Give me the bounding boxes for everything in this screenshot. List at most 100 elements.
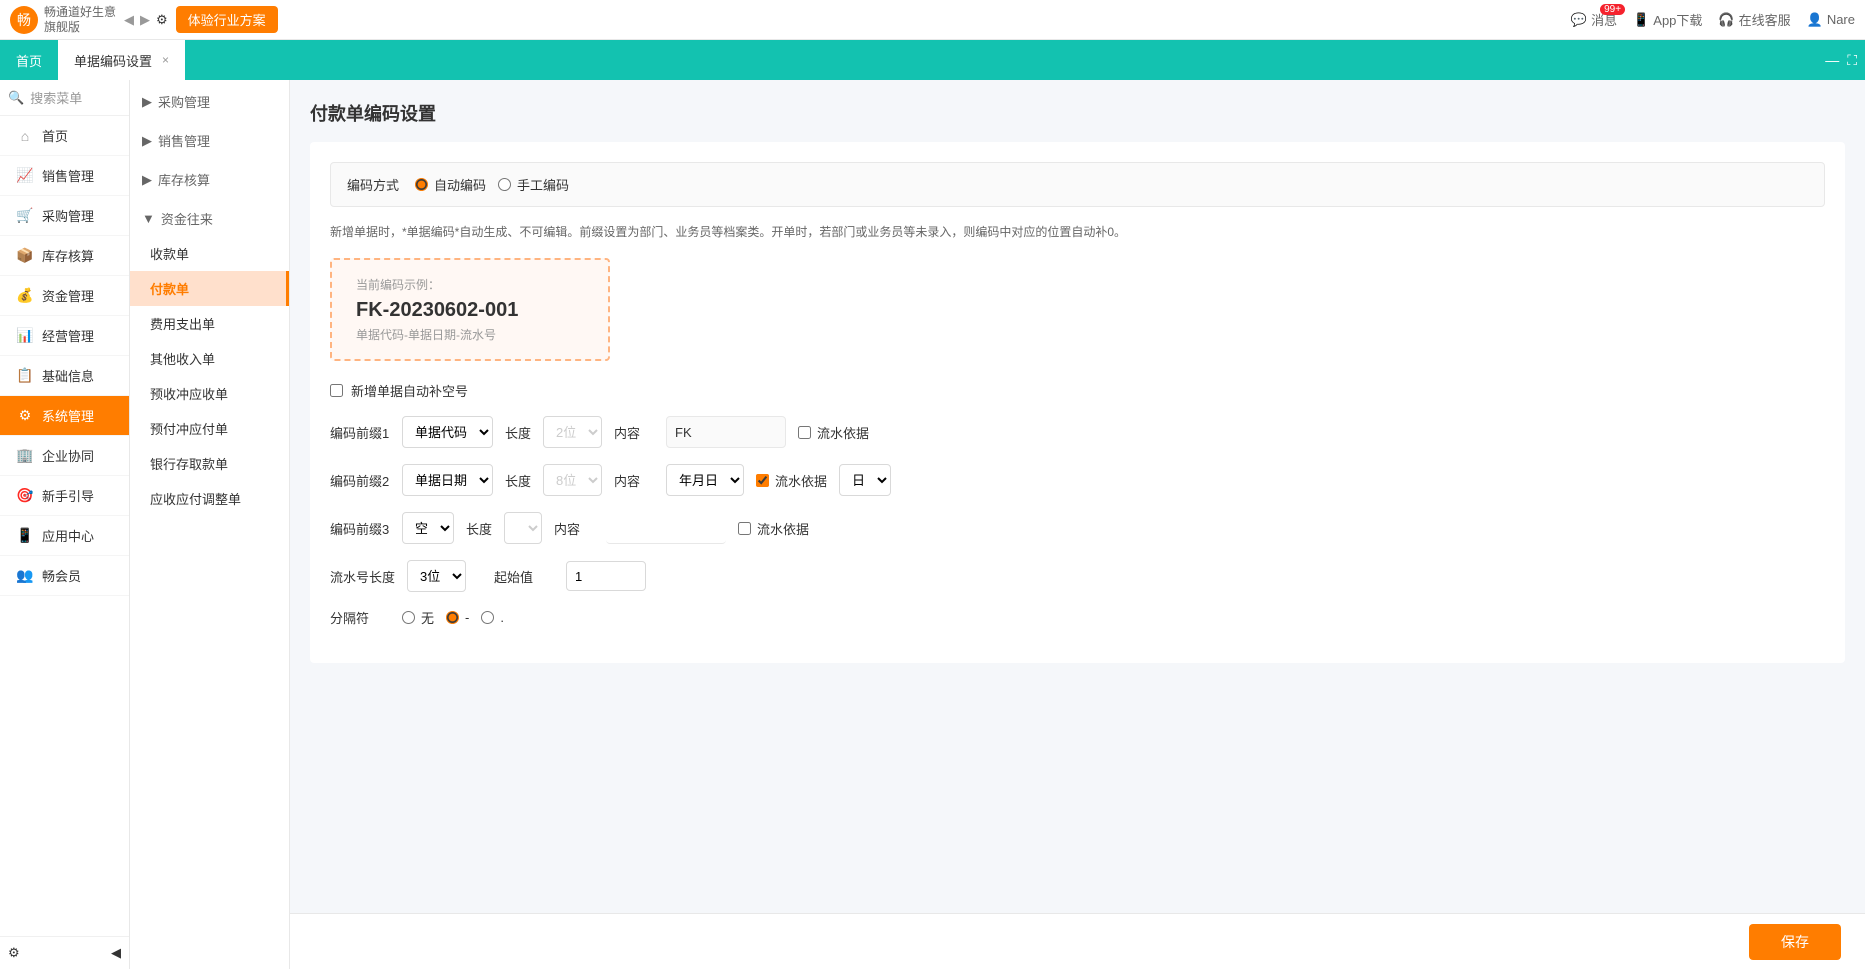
auto-encoding-option[interactable]: 自动编码 (415, 175, 486, 194)
arrow-right-icon3: ▶ (142, 172, 152, 188)
prefix1-label: 编码前缀1 (330, 423, 390, 442)
settings-card: 编码方式 自动编码 手工编码 新增单据时，*单据编码*自动生成、不可编辑。前缀设… (310, 142, 1845, 663)
sub-item-bank[interactable]: 银行存取款单 (130, 446, 289, 481)
settings-icon[interactable]: ⚙ (156, 12, 168, 28)
sidebar-item-member[interactable]: 👥 畅会员 (0, 556, 129, 596)
operations-icon: 📊 (16, 327, 34, 345)
top-bar-nav: ◀ ▶ ⚙ (124, 12, 168, 28)
sub-item-prepay-recv[interactable]: 预收冲应收单 (130, 376, 289, 411)
length1-select[interactable]: 2位 (543, 416, 602, 448)
sep-none-option[interactable]: 无 (402, 608, 434, 627)
corp-icon: 🏢 (16, 447, 34, 465)
home-icon: ⌂ (16, 127, 34, 145)
nav-next-icon[interactable]: ▶ (140, 12, 150, 28)
code-preview-value: FK-20230602-001 (356, 299, 584, 322)
prefix3-select[interactable]: 空 (402, 512, 454, 544)
auto-fill-row: 新增单据自动补空号 (330, 381, 1825, 400)
sidebar-item-finance[interactable]: 💰 资金管理 (0, 276, 129, 316)
sub-group-sales: ▶ 销售管理 (130, 123, 289, 158)
sidebar-collapse-icon[interactable]: ◀ (111, 945, 121, 961)
length2-label: 长度 (505, 471, 531, 490)
content-area: 付款单编码设置 编码方式 自动编码 手工编码 (290, 80, 1865, 913)
sidebar-item-operations[interactable]: 📊 经营管理 (0, 316, 129, 356)
sidebar-item-home[interactable]: ⌂ 首页 (0, 116, 129, 156)
sep-none-radio[interactable] (402, 611, 415, 624)
sub-item-expense[interactable]: 费用支出单 (130, 306, 289, 341)
search-icon: 🔍 (8, 90, 24, 106)
sidebar-item-basic[interactable]: 📋 基础信息 (0, 356, 129, 396)
length2-select[interactable]: 8位 (543, 464, 602, 496)
sidebar-item-inventory[interactable]: 📦 库存核算 (0, 236, 129, 276)
messages-button[interactable]: 💬 消息 99+ (1571, 10, 1617, 29)
tab-minimize-icon[interactable]: — (1825, 52, 1839, 68)
manual-encoding-option[interactable]: 手工编码 (498, 175, 569, 194)
sub-group-inventory-header[interactable]: ▶ 库存核算 (130, 162, 289, 197)
sub-item-adjust[interactable]: 应收应付调整单 (130, 481, 289, 516)
prefix3-label: 编码前缀3 (330, 519, 390, 538)
tab-expand-icon[interactable]: ⛶ (1847, 52, 1857, 69)
arrow-right-icon2: ▶ (142, 133, 152, 149)
sidebar-item-guide[interactable]: 🎯 新手引导 (0, 476, 129, 516)
app-download-button[interactable]: 📱 App下载 (1633, 10, 1702, 29)
user-profile[interactable]: 👤 Nare (1807, 12, 1855, 28)
tab-bar: 首页 单据编码设置 × — ⛶ (0, 40, 1865, 80)
sep-dash-option[interactable]: - (446, 610, 469, 625)
waterflow1-checkbox[interactable] (798, 426, 811, 439)
form-row-prefix3: 编码前缀3 空 长度 内容 流水依据 (330, 512, 1825, 544)
finance-icon: 💰 (16, 287, 34, 305)
waterflow2-checkbox[interactable] (756, 474, 769, 487)
nav-prev-icon[interactable]: ◀ (124, 12, 134, 28)
footer-bar: 保存 (290, 913, 1865, 969)
tab-home[interactable]: 首页 (0, 40, 58, 80)
sub-group-sales-header[interactable]: ▶ 销售管理 (130, 123, 289, 158)
sub-item-receipt[interactable]: 收款单 (130, 236, 289, 271)
waterflow3-check: 流水依据 (738, 519, 809, 538)
serial-row: 流水号长度 3位 起始值 (330, 560, 1825, 592)
period2-select[interactable]: 日 (839, 464, 891, 496)
serial-length-select[interactable]: 3位 (407, 560, 466, 592)
sub-item-income[interactable]: 其他收入单 (130, 341, 289, 376)
manual-encoding-radio[interactable] (498, 178, 511, 191)
start-value-input[interactable] (566, 561, 646, 591)
content2-select[interactable]: 年月日 (666, 464, 744, 496)
sidebar-item-corp[interactable]: 🏢 企业协同 (0, 436, 129, 476)
tab-close-icon[interactable]: × (162, 53, 169, 67)
message-badge: 99+ (1600, 4, 1625, 15)
sub-item-prepay-pay[interactable]: 预付冲应付单 (130, 411, 289, 446)
page-title: 付款单编码设置 (310, 100, 1845, 126)
start-value-label: 起始值 (494, 567, 554, 586)
sub-group-purchase-header[interactable]: ▶ 采购管理 (130, 84, 289, 119)
sep-dash-radio[interactable] (446, 611, 459, 624)
save-button[interactable]: 保存 (1749, 924, 1841, 960)
online-service-button[interactable]: 🎧 在线客服 (1718, 10, 1790, 29)
sidebar-search[interactable]: 🔍 搜索菜单 (0, 80, 129, 116)
system-icon: ⚙ (16, 407, 34, 425)
code-preview-box: 当前编码示例： FK-20230602-001 单据代码-单据日期-流水号 (330, 258, 610, 361)
sub-group-finance-header[interactable]: ▼ 资金往来 (130, 201, 289, 236)
sidebar-item-system[interactable]: ⚙ 系统管理 (0, 396, 129, 436)
sub-item-payment[interactable]: 付款单 (130, 271, 289, 306)
app-logo: 畅 畅通道好生意 旗舰版 (10, 5, 116, 34)
main-layout: 🔍 搜索菜单 ⌂ 首页 📈 销售管理 🛒 采购管理 📦 库存核算 💰 资金管理 … (0, 80, 1865, 969)
prefix1-select[interactable]: 单据代码 (402, 416, 493, 448)
logo-icon: 畅 (10, 6, 38, 34)
length3-select[interactable] (504, 512, 542, 544)
auto-encoding-radio[interactable] (415, 178, 428, 191)
sales-icon: 📈 (16, 167, 34, 185)
tab-encoding-settings[interactable]: 单据编码设置 × (58, 40, 185, 80)
waterflow3-checkbox[interactable] (738, 522, 751, 535)
sidebar-item-purchase[interactable]: 🛒 采购管理 (0, 196, 129, 236)
trial-button[interactable]: 体验行业方案 (176, 6, 278, 33)
sep-dot-option[interactable]: . (481, 610, 504, 625)
sep-dot-radio[interactable] (481, 611, 494, 624)
sidebar-settings-icon[interactable]: ⚙ (8, 945, 20, 961)
purchase-icon: 🛒 (16, 207, 34, 225)
sidebar-item-sales[interactable]: 📈 销售管理 (0, 156, 129, 196)
sidebar-item-appstore[interactable]: 📱 应用中心 (0, 516, 129, 556)
auto-fill-checkbox[interactable] (330, 384, 343, 397)
message-icon: 💬 (1571, 12, 1587, 28)
prefix2-select[interactable]: 单据日期 (402, 464, 493, 496)
sub-group-finance: ▼ 资金往来 收款单 付款单 费用支出单 其他收入单 预收冲应收单 预付冲应付单… (130, 201, 289, 516)
content1-label: 内容 (614, 423, 654, 442)
member-icon: 👥 (16, 567, 34, 585)
